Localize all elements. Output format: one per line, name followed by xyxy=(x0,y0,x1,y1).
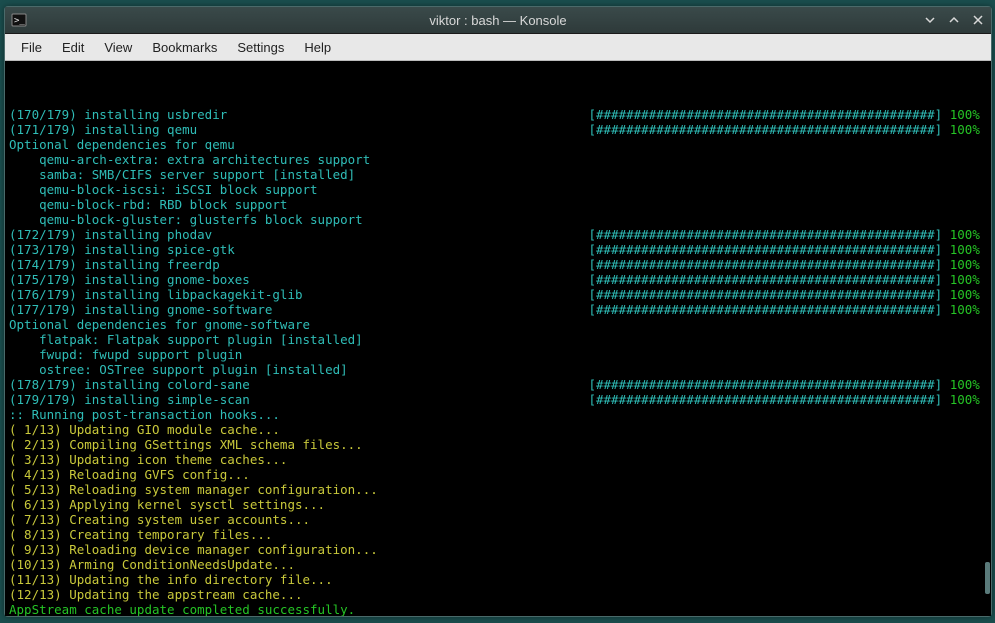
terminal-area[interactable]: (170/179) installing usbredir [#########… xyxy=(5,61,991,616)
menu-settings[interactable]: Settings xyxy=(227,37,294,58)
hook-line: (10/13) Arming ConditionNeedsUpdate... xyxy=(9,557,987,572)
optdep-item: qemu-block-rbd: RBD block support xyxy=(9,197,987,212)
hook-line: ( 5/13) Reloading system manager configu… xyxy=(9,482,987,497)
install-line: (177/179) installing gnome-software [###… xyxy=(9,302,987,317)
hook-line: (12/13) Updating the appstream cache... xyxy=(9,587,987,602)
optdep-item: flatpak: Flatpak support plugin [install… xyxy=(9,332,987,347)
hooks-header: :: Running post-transaction hooks... xyxy=(9,407,987,422)
optdep-item: qemu-arch-extra: extra architectures sup… xyxy=(9,152,987,167)
scrollbar-thumb[interactable] xyxy=(985,562,990,594)
hook-line: (11/13) Updating the info directory file… xyxy=(9,572,987,587)
install-line: (175/179) installing gnome-boxes [######… xyxy=(9,272,987,287)
optdep-item: fwupd: fwupd support plugin xyxy=(9,347,987,362)
hook-line: ( 3/13) Updating icon theme caches... xyxy=(9,452,987,467)
menu-file[interactable]: File xyxy=(11,37,52,58)
titlebar[interactable]: >_ viktor : bash — Konsole xyxy=(5,7,991,34)
appstream-done: AppStream cache update completed success… xyxy=(9,602,987,616)
minimize-button[interactable] xyxy=(921,11,939,29)
hook-line: ( 6/13) Applying kernel sysctl settings.… xyxy=(9,497,987,512)
install-line: (172/179) installing phodav [###########… xyxy=(9,227,987,242)
menubar: File Edit View Bookmarks Settings Help xyxy=(5,34,991,61)
install-line: (171/179) installing qemu [#############… xyxy=(9,122,987,137)
hook-line: ( 1/13) Updating GIO module cache... xyxy=(9,422,987,437)
optdep-item: qemu-block-gluster: glusterfs block supp… xyxy=(9,212,987,227)
optdep-item: qemu-block-iscsi: iSCSI block support xyxy=(9,182,987,197)
hook-line: ( 4/13) Reloading GVFS config... xyxy=(9,467,987,482)
window-controls xyxy=(921,7,987,33)
hook-line: ( 2/13) Compiling GSettings XML schema f… xyxy=(9,437,987,452)
optdep-item: ostree: OSTree support plugin [installed… xyxy=(9,362,987,377)
scrollbar[interactable] xyxy=(984,61,990,616)
hook-line: ( 7/13) Creating system user accounts... xyxy=(9,512,987,527)
konsole-window: >_ viktor : bash — Konsole File Edit Vie… xyxy=(4,6,992,617)
menu-help[interactable]: Help xyxy=(294,37,341,58)
svg-text:>_: >_ xyxy=(14,16,25,26)
maximize-button[interactable] xyxy=(945,11,963,29)
hook-line: ( 8/13) Creating temporary files... xyxy=(9,527,987,542)
menu-bookmarks[interactable]: Bookmarks xyxy=(142,37,227,58)
install-line: (170/179) installing usbredir [#########… xyxy=(9,107,987,122)
optdep-header: Optional dependencies for qemu xyxy=(9,137,987,152)
close-button[interactable] xyxy=(969,11,987,29)
install-line: (176/179) installing libpackagekit-glib … xyxy=(9,287,987,302)
konsole-app-icon: >_ xyxy=(11,12,27,28)
install-line: (174/179) installing freerdp [##########… xyxy=(9,257,987,272)
optdep-item: samba: SMB/CIFS server support [installe… xyxy=(9,167,987,182)
window-title: viktor : bash — Konsole xyxy=(5,13,991,28)
optdep-header: Optional dependencies for gnome-software xyxy=(9,317,987,332)
hook-line: ( 9/13) Reloading device manager configu… xyxy=(9,542,987,557)
menu-view[interactable]: View xyxy=(94,37,142,58)
install-line: (179/179) installing simple-scan [######… xyxy=(9,392,987,407)
install-line: (178/179) installing colord-sane [######… xyxy=(9,377,987,392)
menu-edit[interactable]: Edit xyxy=(52,37,94,58)
install-line: (173/179) installing spice-gtk [########… xyxy=(9,242,987,257)
